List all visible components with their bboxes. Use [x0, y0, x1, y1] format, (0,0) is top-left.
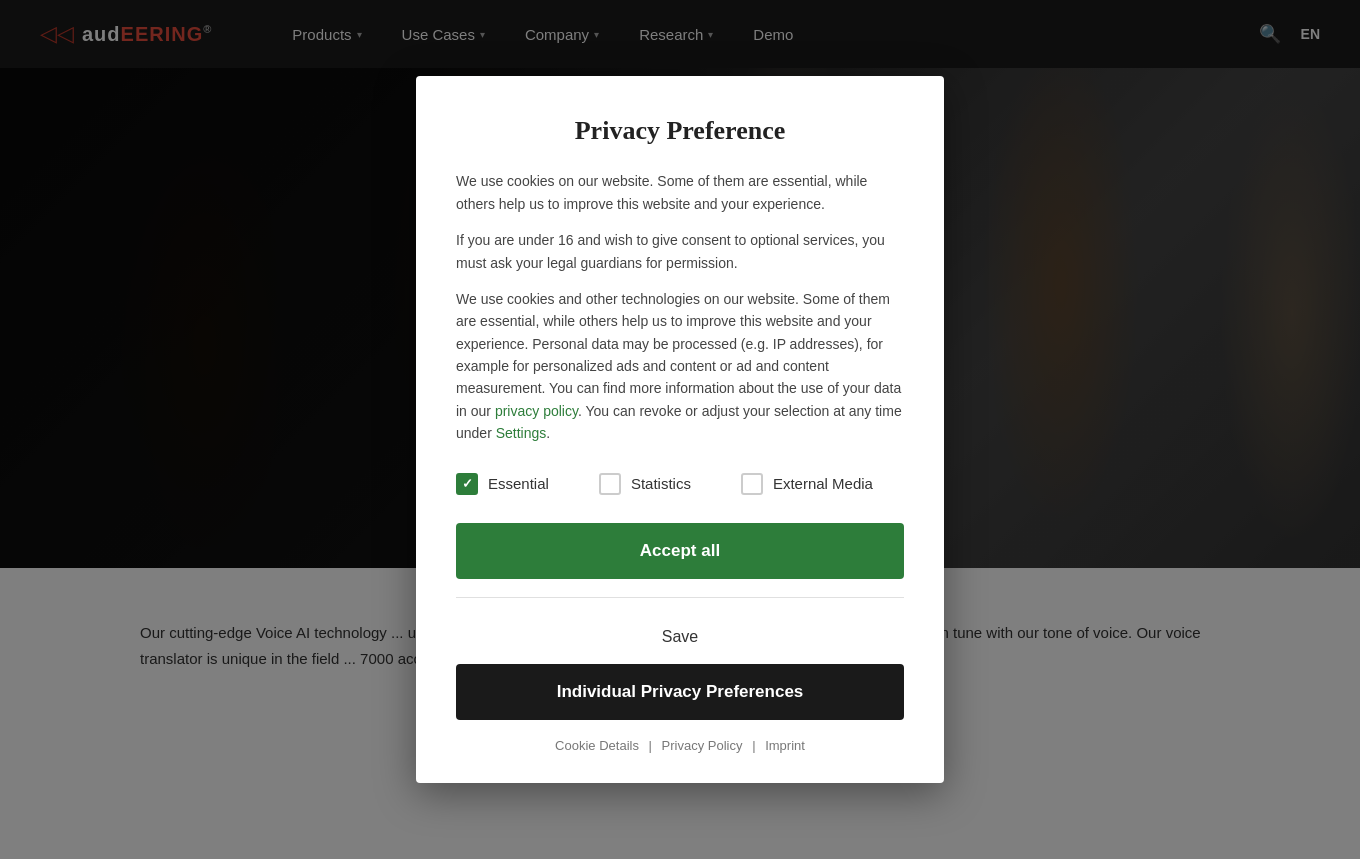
essential-checkbox[interactable] — [456, 473, 478, 495]
modal-title: Privacy Preference — [456, 116, 904, 146]
statistics-checkbox[interactable] — [599, 473, 621, 495]
accept-all-button[interactable]: Accept all — [456, 523, 904, 579]
modal-overlay: Privacy Preference We use cookies on our… — [0, 0, 1360, 859]
statistics-label: Statistics — [631, 475, 691, 492]
modal-para2: If you are under 16 and wish to give con… — [456, 229, 904, 274]
privacy-policy-footer-link[interactable]: Privacy Policy — [662, 738, 743, 753]
modal-footer: Cookie Details | Privacy Policy | Imprin… — [456, 738, 904, 753]
essential-label: Essential — [488, 475, 549, 492]
consent-checkboxes: Essential Statistics External Media — [456, 473, 904, 495]
privacy-preference-modal: Privacy Preference We use cookies on our… — [416, 76, 944, 782]
settings-link[interactable]: Settings — [496, 425, 547, 441]
modal-para3: We use cookies and other technologies on… — [456, 288, 904, 445]
footer-separator-1: | — [649, 738, 652, 753]
imprint-link[interactable]: Imprint — [765, 738, 805, 753]
external-media-checkbox-item[interactable]: External Media — [741, 473, 873, 495]
external-media-checkbox[interactable] — [741, 473, 763, 495]
cookie-details-link[interactable]: Cookie Details — [555, 738, 639, 753]
save-button[interactable]: Save — [456, 614, 904, 660]
individual-privacy-preferences-button[interactable]: Individual Privacy Preferences — [456, 664, 904, 720]
footer-separator-2: | — [752, 738, 755, 753]
modal-para1: We use cookies on our website. Some of t… — [456, 170, 904, 215]
privacy-policy-link[interactable]: privacy policy — [495, 403, 578, 419]
essential-checkbox-item[interactable]: Essential — [456, 473, 549, 495]
modal-divider — [456, 597, 904, 598]
external-media-label: External Media — [773, 475, 873, 492]
statistics-checkbox-item[interactable]: Statistics — [599, 473, 691, 495]
